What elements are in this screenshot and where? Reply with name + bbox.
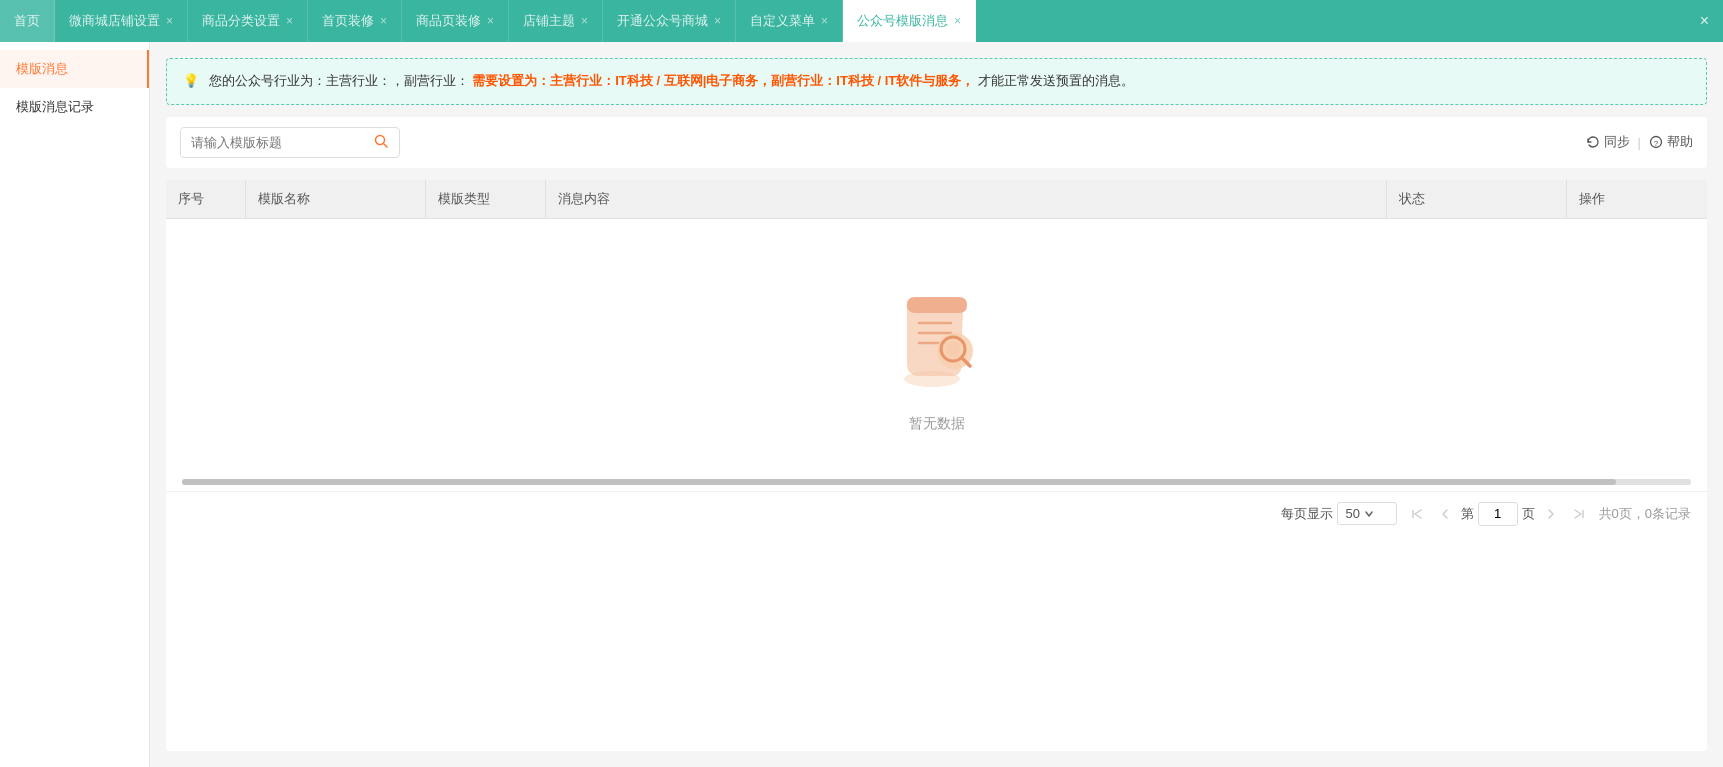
chevron-left-icon — [1440, 509, 1450, 519]
pagination: 每页显示 50 — [166, 491, 1707, 536]
nav-tab-store-settings[interactable]: 微商城店铺设置 × — [55, 0, 188, 42]
nav-tab-open-mall[interactable]: 开通公众号商城 × — [603, 0, 736, 42]
scrollbar-thumb[interactable] — [182, 479, 1616, 485]
help-icon: ? — [1649, 135, 1663, 149]
notice-suffix: 才能正常发送预置的消息。 — [978, 73, 1134, 88]
last-page-icon — [1573, 508, 1585, 520]
main-content: 💡 您的公众号行业为：主营行业：，副营行业： 需要设置为：主营行业：IT科技 /… — [150, 42, 1723, 767]
top-navigation: 首页 微商城店铺设置 × 商品分类设置 × 首页装修 × 商品页装修 × 店铺主… — [0, 0, 1723, 42]
sync-button[interactable]: 同步 — [1586, 133, 1630, 151]
toolbar-divider: | — [1638, 135, 1641, 150]
nav-tab-home-label: 首页 — [14, 12, 40, 30]
page-size-selector: 每页显示 50 — [1281, 502, 1397, 525]
help-button[interactable]: ? 帮助 — [1649, 133, 1693, 151]
nav-tab-home-decor[interactable]: 首页装修 × — [308, 0, 402, 42]
close-category-settings-icon[interactable]: × — [286, 14, 293, 28]
nav-tab-custom-menu-label: 自定义菜单 — [750, 12, 815, 30]
close-template-msg-icon[interactable]: × — [954, 14, 961, 28]
first-page-icon — [1411, 508, 1423, 520]
notice-highlight: 需要设置为：主营行业：IT科技 / 互联网|电子商务，副营行业：IT科技 / I… — [472, 73, 974, 88]
toolbar-right: 同步 | ? 帮助 — [1586, 133, 1693, 151]
scrollbar-wrap[interactable] — [166, 473, 1707, 491]
nav-tab-category-settings-label: 商品分类设置 — [202, 12, 280, 30]
notice-icon: 💡 — [183, 73, 199, 88]
empty-text: 暂无数据 — [909, 415, 965, 433]
chevron-right-icon — [1546, 509, 1556, 519]
th-action: 操作 — [1567, 180, 1707, 218]
svg-point-11 — [946, 342, 960, 356]
nav-tab-product-decor[interactable]: 商品页装修 × — [402, 0, 509, 42]
page-size-value: 50 — [1346, 506, 1360, 521]
first-page-button[interactable] — [1405, 502, 1429, 526]
prev-page-button[interactable] — [1433, 502, 1457, 526]
close-home-decor-icon[interactable]: × — [380, 14, 387, 28]
nav-tab-home[interactable]: 首页 — [0, 0, 55, 42]
sidebar-item-template-msg-log[interactable]: 模版消息记录 — [0, 88, 149, 126]
notice-prefix: 您的公众号行业为：主营行业：，副营行业： — [209, 73, 469, 88]
close-store-settings-icon[interactable]: × — [166, 14, 173, 28]
page-number-input[interactable] — [1478, 502, 1518, 526]
close-all-tabs-button[interactable]: × — [1686, 12, 1723, 30]
nav-tab-custom-menu[interactable]: 自定义菜单 × — [736, 0, 843, 42]
th-name: 模版名称 — [246, 180, 426, 218]
nav-tab-template-msg[interactable]: 公众号模版消息 × — [843, 0, 976, 42]
svg-text:?: ? — [1654, 139, 1659, 148]
chevron-down-icon — [1364, 509, 1374, 519]
empty-state: 暂无数据 — [166, 219, 1707, 473]
nav-tab-category-settings[interactable]: 商品分类设置 × — [188, 0, 308, 42]
search-icon — [374, 134, 388, 148]
nav-tab-home-decor-label: 首页装修 — [322, 12, 374, 30]
nav-tab-open-mall-label: 开通公众号商城 — [617, 12, 708, 30]
close-product-decor-icon[interactable]: × — [487, 14, 494, 28]
sync-icon — [1586, 135, 1600, 149]
sidebar-item-template-msg[interactable]: 模版消息 — [0, 50, 149, 88]
th-status: 状态 — [1387, 180, 1567, 218]
search-input-wrap — [180, 127, 400, 158]
help-label: 帮助 — [1667, 133, 1693, 151]
page-size-prefix-label: 每页显示 — [1281, 505, 1333, 523]
last-page-button[interactable] — [1567, 502, 1591, 526]
search-button[interactable] — [366, 128, 396, 157]
sidebar: 模版消息 模版消息记录 — [0, 42, 150, 767]
page-size-select-box[interactable]: 50 — [1337, 502, 1397, 525]
nav-tab-store-theme[interactable]: 店铺主题 × — [509, 0, 603, 42]
page-unit-label: 页 — [1522, 505, 1535, 523]
next-page-button[interactable] — [1539, 502, 1563, 526]
close-open-mall-icon[interactable]: × — [714, 14, 721, 28]
main-layout: 模版消息 模版消息记录 💡 您的公众号行业为：主营行业：，副营行业： 需要设置为… — [0, 42, 1723, 767]
th-type: 模版类型 — [426, 180, 546, 218]
sidebar-item-template-msg-label: 模版消息 — [16, 61, 68, 76]
svg-line-1 — [384, 143, 388, 147]
search-bar: 同步 | ? 帮助 — [166, 117, 1707, 168]
data-table: 序号 模版名称 模版类型 消息内容 状态 操作 — [166, 180, 1707, 751]
nav-tab-product-decor-label: 商品页装修 — [416, 12, 481, 30]
close-store-theme-icon[interactable]: × — [581, 14, 588, 28]
nav-tab-template-msg-label: 公众号模版消息 — [857, 12, 948, 30]
page-total-label: 共0页，0条记录 — [1599, 505, 1691, 523]
th-seq: 序号 — [166, 180, 246, 218]
empty-illustration — [877, 279, 997, 399]
sidebar-item-template-msg-log-label: 模版消息记录 — [16, 99, 94, 114]
page-navigation: 第 页 — [1405, 502, 1591, 526]
nav-tab-store-theme-label: 店铺主题 — [523, 12, 575, 30]
close-custom-menu-icon[interactable]: × — [821, 14, 828, 28]
search-input[interactable] — [181, 129, 366, 156]
scrollbar-track[interactable] — [182, 479, 1691, 485]
nav-tab-store-settings-label: 微商城店铺设置 — [69, 12, 160, 30]
table-header: 序号 模版名称 模版类型 消息内容 状态 操作 — [166, 180, 1707, 219]
notice-banner: 💡 您的公众号行业为：主营行业：，副营行业： 需要设置为：主营行业：IT科技 /… — [166, 58, 1707, 105]
sync-label: 同步 — [1604, 133, 1630, 151]
page-label: 第 — [1461, 505, 1474, 523]
th-content: 消息内容 — [546, 180, 1387, 218]
